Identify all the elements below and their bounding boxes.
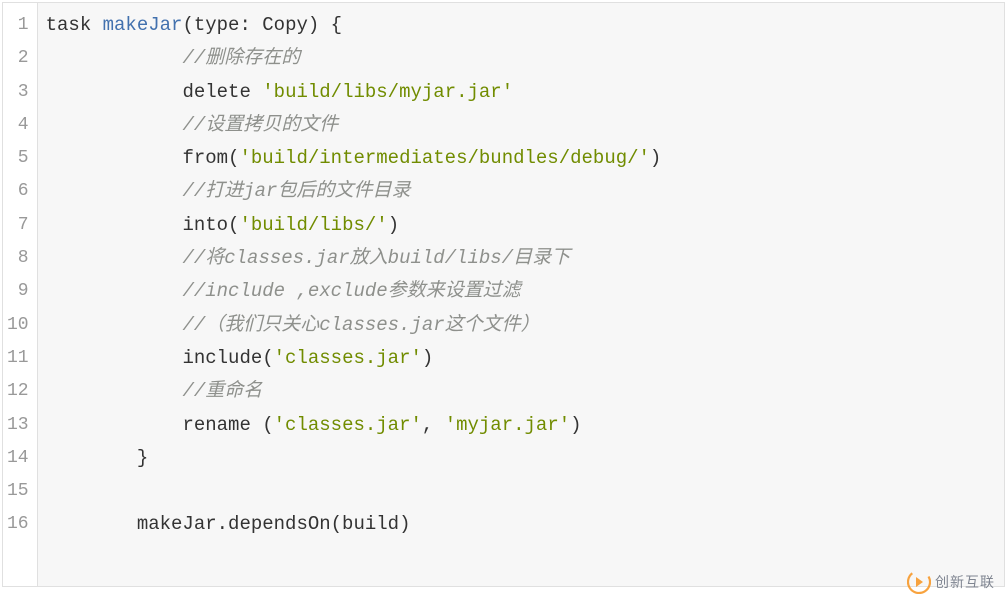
- token-comment: //打进jar包后的文件目录: [182, 180, 410, 202]
- token-comment: //重命名: [182, 380, 262, 402]
- token-str: 'build/libs/': [239, 214, 387, 236]
- code-line: //重命名: [46, 375, 996, 408]
- token-plain: ): [388, 214, 399, 236]
- line-number: 11: [7, 342, 29, 375]
- line-number: 12: [7, 375, 29, 408]
- line-number: 15: [7, 475, 29, 508]
- token-str: 'build/intermediates/bundles/debug/': [239, 147, 649, 169]
- token-str: 'build/libs/myjar.jar': [262, 81, 513, 103]
- code-area[interactable]: task makeJar(type: Copy) { //删除存在的 delet…: [37, 3, 1004, 586]
- code-line: from('build/intermediates/bundles/debug/…: [46, 142, 996, 175]
- line-number: 4: [7, 109, 29, 142]
- line-number: 16: [7, 508, 29, 541]
- line-number: 10: [7, 309, 29, 342]
- token-plain: ): [422, 347, 433, 369]
- token-plain: into(: [182, 214, 239, 236]
- token-plain: task: [46, 14, 103, 36]
- code-line: [46, 475, 996, 508]
- token-comment: //删除存在的: [182, 47, 300, 69]
- token-plain: rename (: [182, 414, 273, 436]
- line-number: 5: [7, 142, 29, 175]
- line-number: 8: [7, 242, 29, 275]
- code-line: into('build/libs/'): [46, 209, 996, 242]
- token-plain: makeJar.dependsOn(build): [137, 513, 411, 535]
- token-plain: from(: [182, 147, 239, 169]
- code-line: //（我们只关心classes.jar这个文件）: [46, 309, 996, 342]
- token-plain: delete: [182, 81, 262, 103]
- code-line: }: [46, 442, 996, 475]
- code-line: include('classes.jar'): [46, 342, 996, 375]
- line-number: 9: [7, 275, 29, 308]
- token-plain: (type: Copy) {: [182, 14, 342, 36]
- code-line: //将classes.jar放入build/libs/目录下: [46, 242, 996, 275]
- line-number: 7: [7, 209, 29, 242]
- code-line: //删除存在的: [46, 42, 996, 75]
- line-number: 14: [7, 442, 29, 475]
- token-str: 'classes.jar': [274, 347, 422, 369]
- token-plain: }: [137, 447, 148, 469]
- code-line: //include ,exclude参数来设置过滤: [46, 275, 996, 308]
- code-line: makeJar.dependsOn(build): [46, 508, 996, 541]
- line-number: 13: [7, 409, 29, 442]
- watermark-text: 创新互联: [935, 572, 995, 592]
- token-comment: //设置拷贝的文件: [182, 114, 338, 136]
- line-number: 6: [7, 175, 29, 208]
- token-str: 'classes.jar': [274, 414, 422, 436]
- code-line: rename ('classes.jar', 'myjar.jar'): [46, 409, 996, 442]
- code-line: //打进jar包后的文件目录: [46, 175, 996, 208]
- line-gutter: 12345678910111213141516: [3, 3, 37, 586]
- code-block: 12345678910111213141516 task makeJar(typ…: [2, 2, 1005, 587]
- token-comment: //（我们只关心classes.jar这个文件）: [182, 314, 539, 336]
- line-number: 2: [7, 42, 29, 75]
- token-comment: //将classes.jar放入build/libs/目录下: [182, 247, 570, 269]
- token-fn: makeJar: [103, 14, 183, 36]
- watermark: 创新互联: [907, 570, 995, 594]
- code-line: //设置拷贝的文件: [46, 109, 996, 142]
- line-number: 3: [7, 76, 29, 109]
- token-plain: ,: [422, 414, 445, 436]
- token-str: 'myjar.jar': [445, 414, 570, 436]
- code-line: task makeJar(type: Copy) {: [46, 9, 996, 42]
- line-number: 1: [7, 9, 29, 42]
- token-plain: ): [570, 414, 581, 436]
- token-comment: //include ,exclude参数来设置过滤: [182, 280, 520, 302]
- token-plain: ): [650, 147, 661, 169]
- code-line: delete 'build/libs/myjar.jar': [46, 76, 996, 109]
- token-plain: include(: [182, 347, 273, 369]
- watermark-logo-icon: [907, 570, 931, 594]
